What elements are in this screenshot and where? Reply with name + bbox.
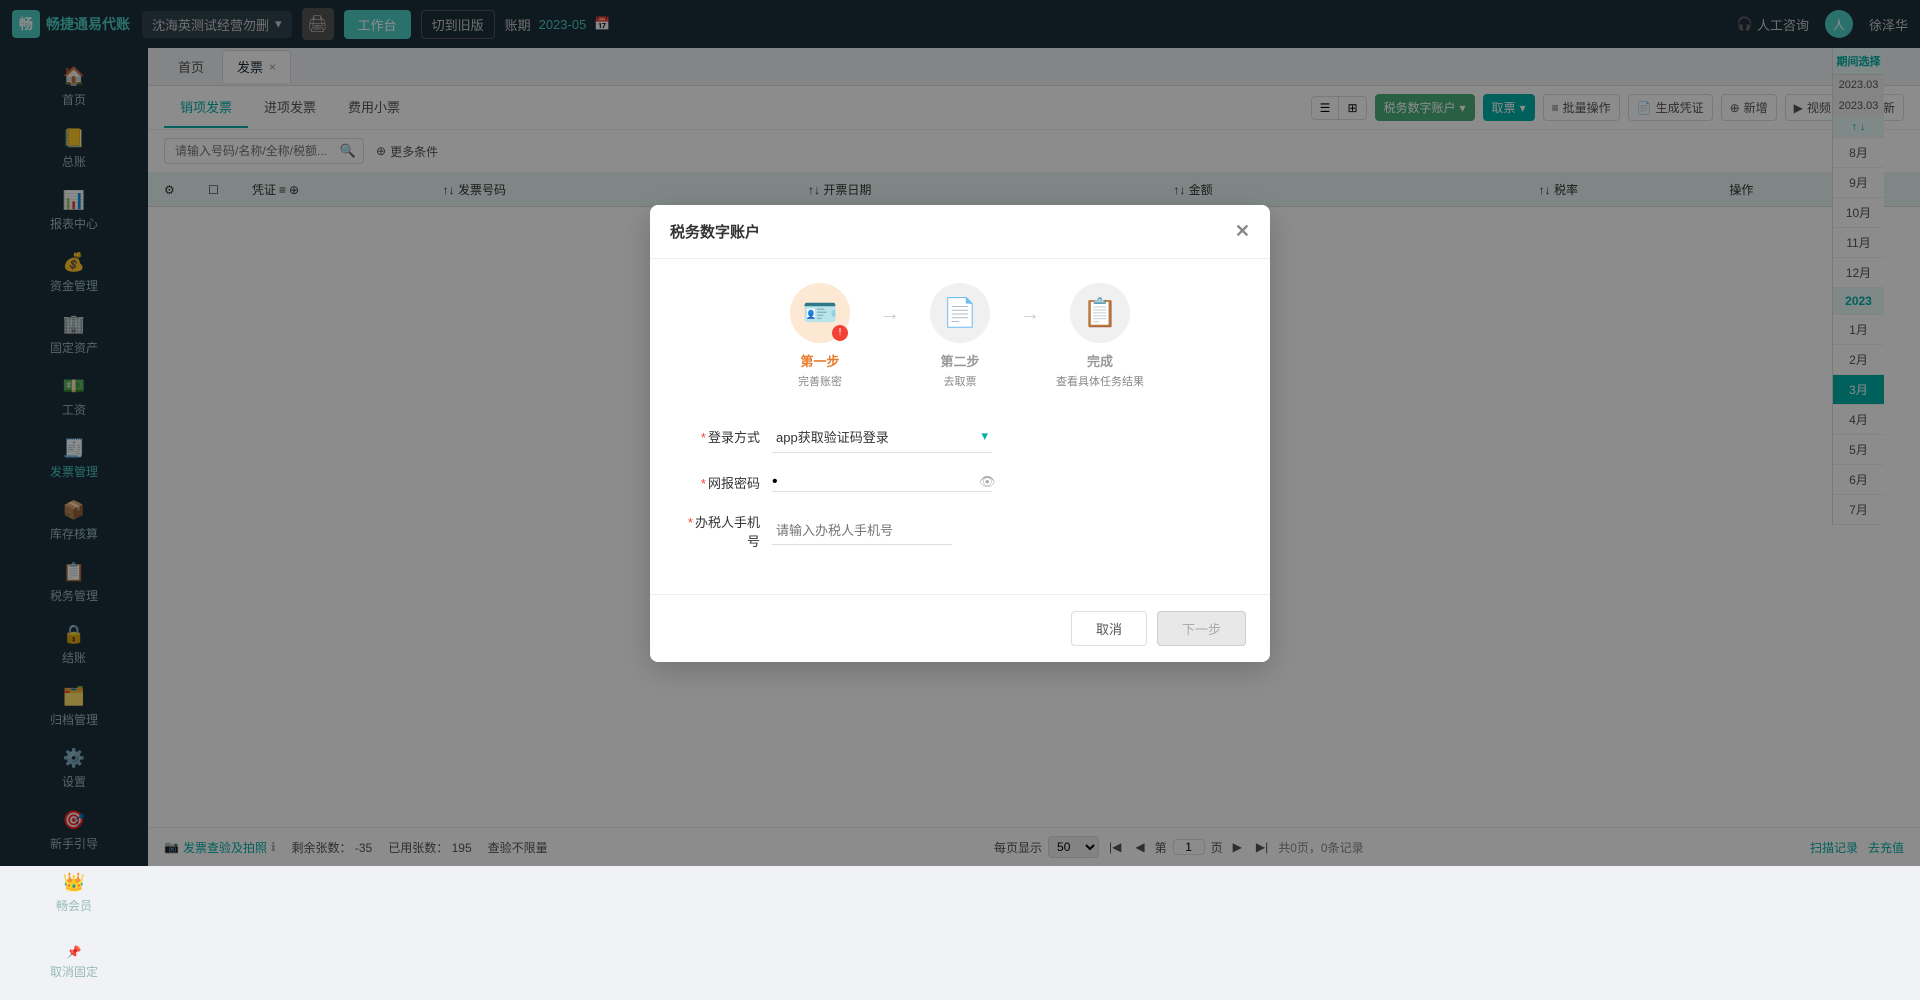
select-arrow-icon: ▾ [981, 428, 988, 444]
step1-icon: 🪪 [803, 296, 838, 329]
step1-sub: 完善账密 [798, 373, 842, 389]
step3-label: 完成 [1087, 351, 1113, 370]
dialog-header: 税务数字账户 ✕ [650, 205, 1270, 259]
dialog-body: 🪪 ! 第一步 完善账密 → 📄 第二步 去取票 → [650, 259, 1270, 594]
pin-icon: 📌 [67, 945, 82, 959]
cancel-pin-button[interactable]: 📌 取消固定 [0, 935, 148, 990]
password-field-wrap: 👁 [772, 473, 992, 492]
arrow-2: → [1020, 283, 1040, 326]
login-method-label: *登录方式 [682, 427, 772, 446]
phone-label: *办税人手机号 [682, 512, 772, 550]
step2-sub: 去取票 [944, 373, 977, 389]
login-method-select[interactable]: app获取验证码登录 ▾ [772, 421, 992, 453]
steps-indicator: 🪪 ! 第一步 完善账密 → 📄 第二步 去取票 → [682, 283, 1238, 389]
step2-label: 第二步 [940, 351, 979, 370]
step-2: 📄 第二步 去取票 [900, 283, 1020, 389]
login-method-row: *登录方式 app获取验证码登录 ▾ [682, 421, 1238, 453]
sidebar-bottom: 📌 取消固定 [0, 924, 148, 1000]
phone-input[interactable] [772, 517, 952, 545]
password-input[interactable] [772, 473, 979, 491]
login-method-value: app获取验证码登录 [776, 427, 889, 446]
password-row: *网报密码 👁 [682, 473, 1238, 492]
tax-account-dialog: 税务数字账户 ✕ 🪪 ! 第一步 完善账密 → [650, 205, 1270, 662]
step1-label: 第一步 [800, 351, 839, 370]
step1-icon-wrap: 🪪 ! [790, 283, 850, 343]
cancel-button[interactable]: 取消 [1071, 611, 1147, 646]
cancel-pin-label: 取消固定 [50, 963, 98, 980]
step-3: 📋 完成 查看具体任务结果 [1040, 283, 1160, 389]
member-icon: 👑 [63, 872, 85, 893]
step1-badge: ! [832, 325, 848, 341]
eye-icon[interactable]: 👁 [979, 474, 996, 490]
arrow-1: → [880, 283, 900, 326]
step-1: 🪪 ! 第一步 完善账密 [760, 283, 880, 389]
next-step-button[interactable]: 下一步 [1157, 611, 1246, 646]
step3-icon: 📋 [1083, 296, 1118, 329]
sidebar-item-member[interactable]: 👑 畅会员 [0, 862, 148, 924]
dialog-overlay: 税务数字账户 ✕ 🪪 ! 第一步 完善账密 → [0, 0, 1920, 866]
step2-icon-wrap: 📄 [930, 283, 990, 343]
dialog-footer: 取消 下一步 [650, 594, 1270, 662]
step3-icon-wrap: 📋 [1070, 283, 1130, 343]
sidebar-label-member: 畅会员 [56, 897, 92, 914]
phone-row: *办税人手机号 [682, 512, 1238, 550]
step2-icon: 📄 [943, 296, 978, 329]
password-label: *网报密码 [682, 473, 772, 492]
dialog-title: 税务数字账户 [670, 221, 760, 242]
step3-sub: 查看具体任务结果 [1056, 373, 1144, 389]
dialog-close-button[interactable]: ✕ [1235, 221, 1250, 242]
